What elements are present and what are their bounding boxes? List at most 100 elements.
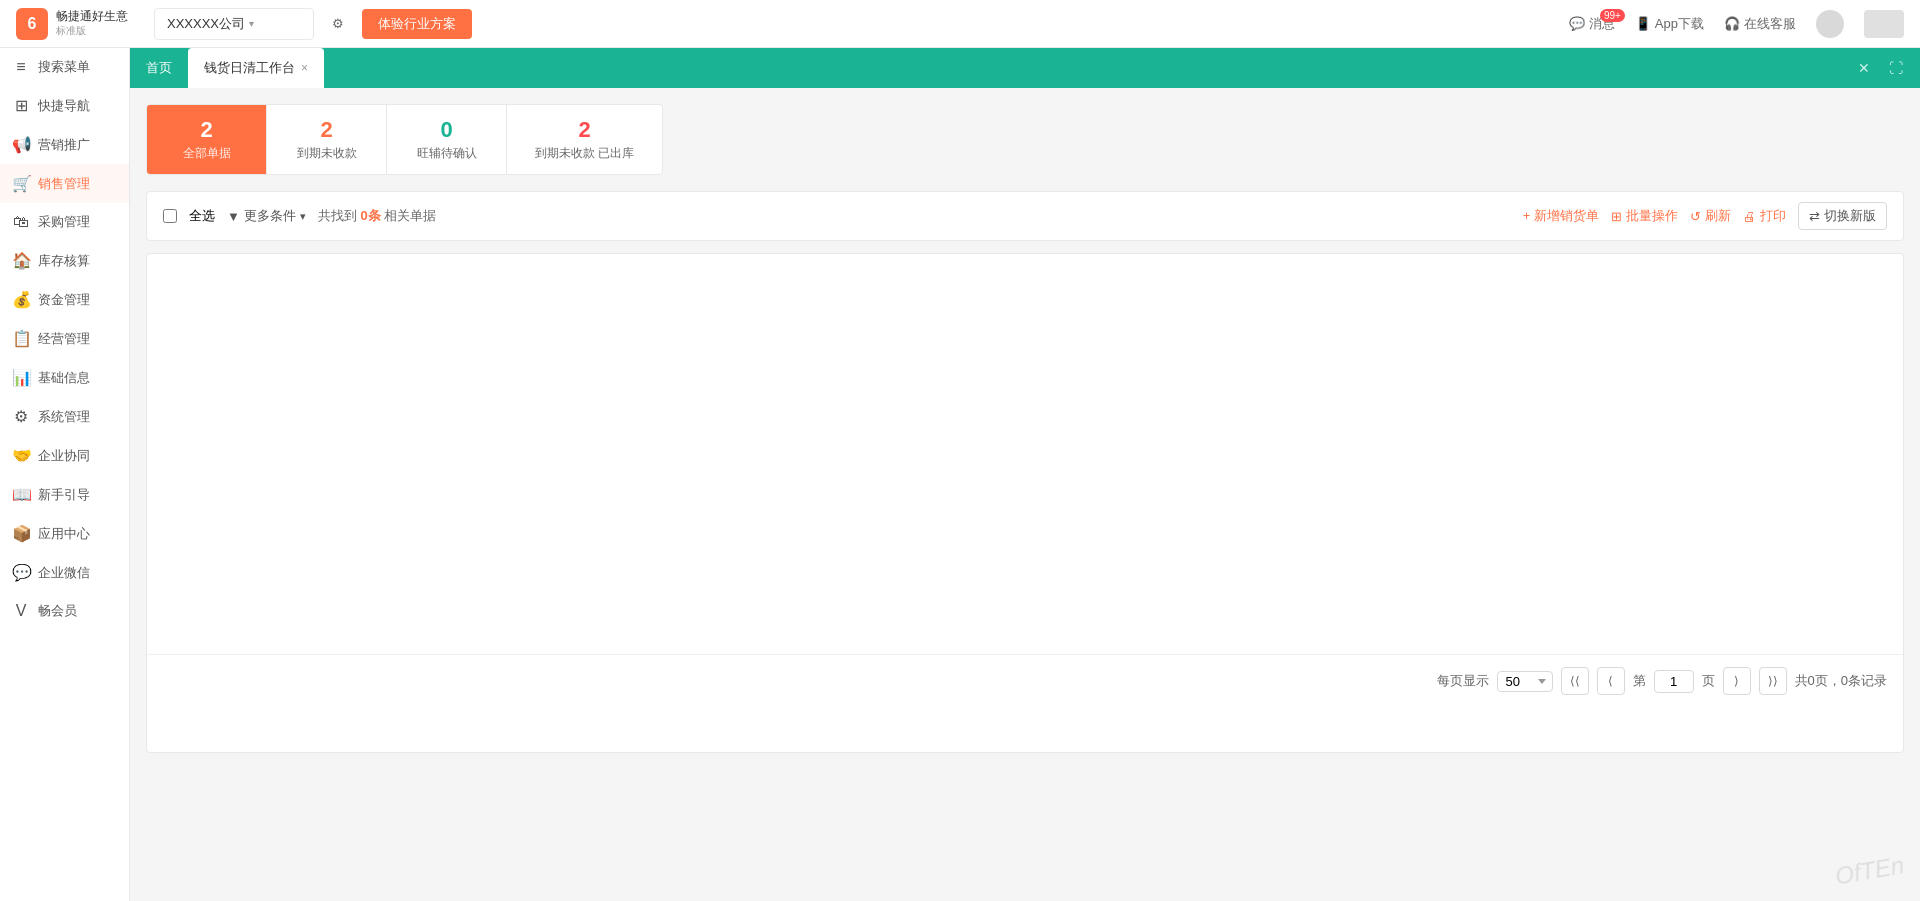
toolbar: 全选 ▼ 更多条件 ▾ 共找到 0条 相关单据 + 新增销货单 ⊞ 批量操作 ↺… bbox=[146, 191, 1904, 241]
filter-button[interactable]: ▼ 更多条件 ▾ bbox=[227, 207, 306, 225]
sidebar-item-inventory[interactable]: 🏠 库存核算 bbox=[0, 241, 129, 280]
sidebar-item-member[interactable]: V 畅会员 bbox=[0, 592, 129, 630]
chevron-down-icon: ▾ bbox=[249, 18, 254, 29]
message-button[interactable]: 💬 消息 99+ bbox=[1569, 15, 1615, 33]
sidebar-item-sales[interactable]: 🛒 销售管理 bbox=[0, 164, 129, 203]
company-selector[interactable]: XXXXXX公司 ▾ bbox=[154, 8, 314, 40]
enterprise-icon: 🤝 bbox=[12, 446, 30, 465]
sidebar-item-label: 畅会员 bbox=[38, 602, 77, 620]
sidebar: ≡ 搜索菜单 ⊞ 快捷导航 📢 营销推广 🛒 销售管理 🛍 采购管理 🏠 库存核… bbox=[0, 48, 130, 901]
filter-label: 更多条件 bbox=[244, 207, 296, 225]
filter-icon: ▼ bbox=[227, 209, 240, 224]
stat-count-all: 2 bbox=[175, 117, 238, 143]
stat-label-shipped: 到期未收款 已出库 bbox=[535, 145, 634, 162]
tab-home[interactable]: 首页 bbox=[130, 48, 188, 88]
sidebar-item-operations[interactable]: 📋 经营管理 bbox=[0, 319, 129, 358]
switch-version-button[interactable]: ⇄ 切换新版 bbox=[1798, 202, 1887, 230]
stat-tab-all[interactable]: 2 全部单据 bbox=[147, 105, 267, 174]
sidebar-item-enterprise[interactable]: 🤝 企业协同 bbox=[0, 436, 129, 475]
page-size-select[interactable]: 50 100 200 bbox=[1497, 671, 1553, 692]
stat-label-all: 全部单据 bbox=[175, 145, 238, 162]
system-icon: ⚙ bbox=[12, 407, 30, 426]
wechat-icon: 💬 bbox=[12, 563, 30, 582]
operations-icon: 📋 bbox=[12, 329, 30, 348]
tab-workbench[interactable]: 钱货日清工作台 × bbox=[188, 48, 324, 88]
stat-tab-overdue[interactable]: 2 到期未收款 bbox=[267, 105, 387, 174]
download-icon: 📱 bbox=[1635, 16, 1651, 31]
new-sales-button[interactable]: + 新增销货单 bbox=[1523, 207, 1599, 225]
sidebar-item-label: 企业微信 bbox=[38, 564, 90, 582]
page-next-button[interactable]: ⟩ bbox=[1723, 667, 1751, 695]
settings-button[interactable]: ⚙ bbox=[322, 8, 354, 40]
tab-expand-button[interactable]: ⛶ bbox=[1884, 56, 1908, 80]
sidebar-item-app-center[interactable]: 📦 应用中心 bbox=[0, 514, 129, 553]
refresh-button[interactable]: ↺ 刷新 bbox=[1690, 207, 1731, 225]
user-name bbox=[1864, 10, 1904, 38]
content-body: 2 全部单据 2 到期未收款 0 旺辅待确认 2 到期未收款 已出库 全选 ▼ … bbox=[130, 88, 1920, 769]
page-first-button[interactable]: ⟨⟨ bbox=[1561, 667, 1589, 695]
table-empty bbox=[147, 254, 1903, 654]
filter-chevron-icon: ▾ bbox=[300, 210, 306, 223]
top-right-area: 💬 消息 99+ 📱 App下载 🎧 在线客服 bbox=[1569, 10, 1904, 38]
stats-tabs: 2 全部单据 2 到期未收款 0 旺辅待确认 2 到期未收款 已出库 bbox=[146, 104, 663, 175]
sidebar-item-marketing[interactable]: 📢 营销推广 bbox=[0, 125, 129, 164]
sidebar-item-label: 基础信息 bbox=[38, 369, 90, 387]
sidebar-item-quick-nav[interactable]: ⊞ 快捷导航 bbox=[0, 86, 129, 125]
sidebar-item-purchase[interactable]: 🛍 采购管理 bbox=[0, 203, 129, 241]
stat-tab-pending[interactable]: 0 旺辅待确认 bbox=[387, 105, 507, 174]
pagination: 每页显示 50 100 200 ⟨⟨ ⟨ 第 页 ⟩ ⟩⟩ 共0页，0条记录 bbox=[147, 654, 1903, 707]
tab-close-all-button[interactable]: ✕ bbox=[1852, 56, 1876, 80]
switch-icon: ⇄ bbox=[1809, 209, 1820, 224]
select-all-label: 全选 bbox=[189, 207, 215, 225]
sidebar-item-label: 营销推广 bbox=[38, 136, 90, 154]
sidebar-item-label: 系统管理 bbox=[38, 408, 90, 426]
stat-label-pending: 旺辅待确认 bbox=[415, 145, 478, 162]
purchase-icon: 🛍 bbox=[12, 213, 30, 231]
found-text: 共找到 0条 相关单据 bbox=[318, 207, 436, 225]
page-prev-button[interactable]: ⟨ bbox=[1597, 667, 1625, 695]
toolbar-right: + 新增销货单 ⊞ 批量操作 ↺ 刷新 🖨 打印 ⇄ 切换新版 bbox=[1523, 202, 1887, 230]
message-badge: 99+ bbox=[1600, 9, 1625, 22]
tab-close-icon[interactable]: × bbox=[301, 61, 308, 75]
stat-count-overdue: 2 bbox=[295, 117, 358, 143]
tab-home-label: 首页 bbox=[146, 59, 172, 77]
logo-icon: 6 bbox=[16, 8, 48, 40]
sidebar-item-funds[interactable]: 💰 资金管理 bbox=[0, 280, 129, 319]
main-content: 2 全部单据 2 到期未收款 0 旺辅待确认 2 到期未收款 已出库 全选 ▼ … bbox=[130, 88, 1920, 901]
sidebar-item-label: 新手引导 bbox=[38, 486, 90, 504]
quick-nav-icon: ⊞ bbox=[12, 96, 30, 115]
page-last-button[interactable]: ⟩⟩ bbox=[1759, 667, 1787, 695]
app-center-icon: 📦 bbox=[12, 524, 30, 543]
sidebar-item-search-menu[interactable]: ≡ 搜索菜单 bbox=[0, 48, 129, 86]
page-input[interactable] bbox=[1654, 670, 1694, 693]
select-all-checkbox[interactable] bbox=[163, 209, 177, 223]
print-button[interactable]: 🖨 打印 bbox=[1743, 207, 1786, 225]
stat-count-pending: 0 bbox=[415, 117, 478, 143]
message-icon: 💬 bbox=[1569, 16, 1585, 31]
avatar[interactable] bbox=[1816, 10, 1844, 38]
member-icon: V bbox=[12, 602, 30, 620]
stat-label-overdue: 到期未收款 bbox=[295, 145, 358, 162]
marketing-icon: 📢 bbox=[12, 135, 30, 154]
online-service-button[interactable]: 🎧 在线客服 bbox=[1724, 15, 1796, 33]
industry-button[interactable]: 体验行业方案 bbox=[362, 9, 472, 39]
tab-bar: 首页 钱货日清工作台 × ✕ ⛶ bbox=[130, 48, 1920, 88]
batch-button[interactable]: ⊞ 批量操作 bbox=[1611, 207, 1678, 225]
app-download-button[interactable]: 📱 App下载 bbox=[1635, 15, 1704, 33]
basic-info-icon: 📊 bbox=[12, 368, 30, 387]
batch-icon: ⊞ bbox=[1611, 209, 1622, 224]
sidebar-item-label: 采购管理 bbox=[38, 213, 90, 231]
sidebar-item-system[interactable]: ⚙ 系统管理 bbox=[0, 397, 129, 436]
sidebar-item-basic-info[interactable]: 📊 基础信息 bbox=[0, 358, 129, 397]
sidebar-item-label: 资金管理 bbox=[38, 291, 90, 309]
logo-text: 畅捷通好生意 标准版 bbox=[56, 9, 128, 39]
stat-tab-shipped[interactable]: 2 到期未收款 已出库 bbox=[507, 105, 662, 174]
page-label: 第 bbox=[1633, 672, 1646, 690]
sidebar-item-guide[interactable]: 📖 新手引导 bbox=[0, 475, 129, 514]
sidebar-item-wechat[interactable]: 💬 企业微信 bbox=[0, 553, 129, 592]
guide-icon: 📖 bbox=[12, 485, 30, 504]
sidebar-item-label: 搜索菜单 bbox=[38, 58, 90, 76]
print-icon: 🖨 bbox=[1743, 209, 1756, 224]
sidebar-item-label: 经营管理 bbox=[38, 330, 90, 348]
sidebar-item-label: 应用中心 bbox=[38, 525, 90, 543]
